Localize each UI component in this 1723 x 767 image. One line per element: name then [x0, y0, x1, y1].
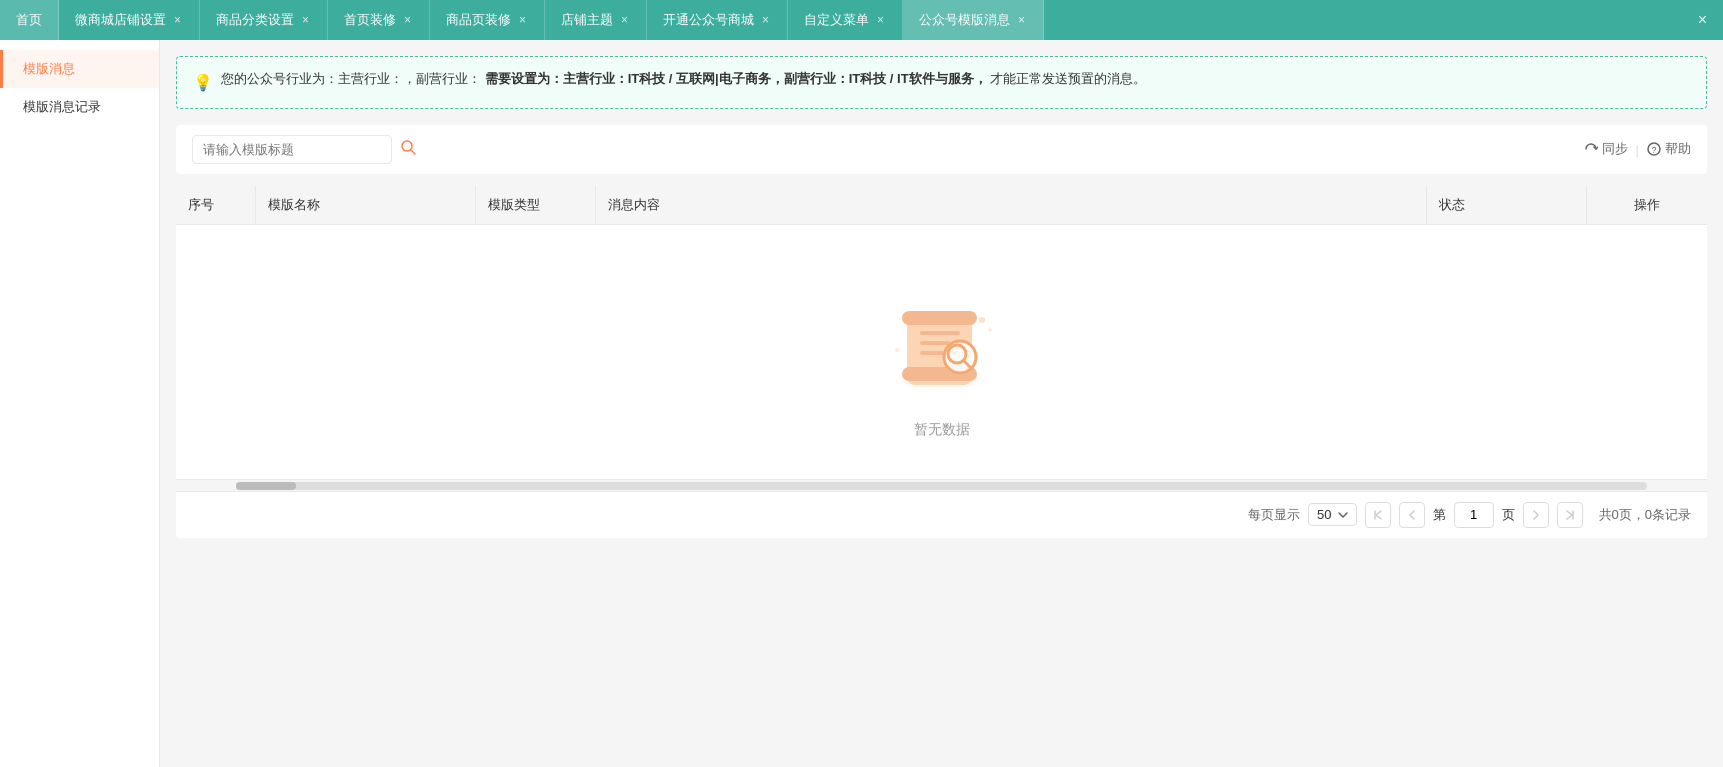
sync-icon [1584, 142, 1598, 156]
first-page-button[interactable] [1365, 502, 1391, 528]
content-area: 💡 您的公众号行业为：主营行业：，副营行业： 需要设置为：主营行业：IT科技 /… [160, 40, 1723, 767]
svg-point-15 [988, 328, 992, 332]
page-total: 共0页，0条记录 [1599, 506, 1691, 524]
top-tab-bar: 首页 微商城店铺设置 × 商品分类设置 × 首页装修 × 商品页装修 × 店铺主… [0, 0, 1723, 40]
tab-home[interactable]: 首页 [0, 0, 59, 40]
tab-template-msg[interactable]: 公众号模版消息 × [903, 0, 1044, 40]
help-button[interactable]: ? 帮助 [1647, 140, 1691, 158]
scroll-thumb[interactable] [236, 482, 296, 490]
notice-text-after: 才能正常发送预置的消息。 [990, 71, 1146, 86]
main-layout: 模版消息 模版消息记录 💡 您的公众号行业为：主营行业：，副营行业： 需要设置为… [0, 40, 1723, 767]
per-page-value: 50 [1317, 507, 1331, 522]
prev-page-icon [1408, 510, 1416, 520]
sync-label: 同步 [1602, 140, 1628, 158]
tab-custom-menu[interactable]: 自定义菜单 × [788, 0, 903, 40]
page-label: 第 [1433, 506, 1446, 524]
svg-rect-8 [920, 331, 960, 335]
tab-open-mall-label: 开通公众号商城 [663, 11, 754, 29]
tab-category-settings-label: 商品分类设置 [216, 11, 294, 29]
tab-category-settings[interactable]: 商品分类设置 × [200, 0, 328, 40]
close-icon[interactable]: × [1016, 13, 1027, 27]
col-header-status-label: 状态 [1439, 197, 1465, 212]
next-page-button[interactable] [1523, 502, 1549, 528]
tab-shop-settings[interactable]: 微商城店铺设置 × [59, 0, 200, 40]
close-icon[interactable]: × [875, 13, 886, 27]
col-header-action-label: 操作 [1634, 197, 1660, 212]
tab-product-decor[interactable]: 商品页装修 × [430, 0, 545, 40]
sidebar-item-template-msg-record[interactable]: 模版消息记录 [0, 88, 159, 126]
col-header-name: 模版名称 [256, 186, 476, 224]
search-icon [400, 139, 416, 155]
tab-home-label: 首页 [16, 11, 42, 29]
chevron-down-icon [1338, 512, 1348, 518]
close-icon[interactable]: × [619, 13, 630, 27]
tab-open-mall[interactable]: 开通公众号商城 × [647, 0, 788, 40]
tab-custom-menu-label: 自定义菜单 [804, 11, 869, 29]
svg-point-14 [979, 317, 985, 323]
svg-text:?: ? [1651, 145, 1656, 155]
sidebar-item-template-msg[interactable]: 模版消息 [0, 50, 159, 88]
help-label: 帮助 [1665, 140, 1691, 158]
col-header-name-label: 模版名称 [268, 197, 320, 212]
notice-banner: 💡 您的公众号行业为：主营行业：，副营行业： 需要设置为：主营行业：IT科技 /… [176, 56, 1707, 109]
first-page-icon [1373, 510, 1383, 520]
svg-rect-6 [902, 311, 977, 325]
close-icon[interactable]: × [517, 13, 528, 27]
sidebar-item-template-msg-record-label: 模版消息记录 [23, 99, 101, 114]
scroll-bar-area[interactable] [176, 479, 1707, 491]
lightbulb-icon: 💡 [193, 70, 213, 96]
tab-home-decor[interactable]: 首页装修 × [328, 0, 430, 40]
tab-shop-settings-label: 微商城店铺设置 [75, 11, 166, 29]
page-unit: 页 [1502, 506, 1515, 524]
notice-text-before: 您的公众号行业为：主营行业：，副营行业： [221, 71, 481, 86]
search-bar: 同步 | ? 帮助 [176, 125, 1707, 174]
help-icon: ? [1647, 142, 1661, 156]
close-icon[interactable]: × [300, 13, 311, 27]
close-all-button[interactable]: × [1682, 11, 1723, 29]
sidebar-item-template-msg-label: 模版消息 [23, 61, 75, 76]
tab-shop-theme-label: 店铺主题 [561, 11, 613, 29]
svg-line-1 [411, 150, 415, 154]
col-header-seq: 序号 [176, 186, 256, 224]
search-input[interactable] [192, 135, 392, 164]
col-header-seq-label: 序号 [188, 197, 214, 212]
pagination: 每页显示 50 第 [176, 491, 1707, 538]
prev-page-button[interactable] [1399, 502, 1425, 528]
next-page-icon [1532, 510, 1540, 520]
notice-text: 您的公众号行业为：主营行业：，副营行业： 需要设置为：主营行业：IT科技 / 互… [221, 69, 1146, 90]
col-header-content: 消息内容 [596, 186, 1427, 224]
search-button[interactable] [400, 139, 416, 159]
last-page-button[interactable] [1557, 502, 1583, 528]
tab-template-msg-label: 公众号模版消息 [919, 11, 1010, 29]
col-header-status: 状态 [1427, 186, 1587, 224]
divider: | [1636, 142, 1639, 157]
col-header-type-label: 模版类型 [488, 197, 540, 212]
close-icon[interactable]: × [760, 13, 771, 27]
notice-text-em: 需要设置为：主营行业：IT科技 / 互联网|电子商务，副营行业：IT科技 / I… [485, 71, 987, 86]
empty-illustration [882, 285, 1002, 405]
col-header-action: 操作 [1587, 186, 1707, 224]
close-icon[interactable]: × [172, 13, 183, 27]
tab-shop-theme[interactable]: 店铺主题 × [545, 0, 647, 40]
table-container: 序号 模版名称 模版类型 消息内容 状态 操作 [176, 186, 1707, 538]
search-right: 同步 | ? 帮助 [1584, 140, 1691, 158]
col-header-content-label: 消息内容 [608, 197, 660, 212]
empty-state: 暂无数据 [176, 225, 1707, 479]
tab-product-decor-label: 商品页装修 [446, 11, 511, 29]
col-header-type: 模版类型 [476, 186, 596, 224]
page-input[interactable] [1454, 502, 1494, 528]
scroll-track[interactable] [236, 482, 1647, 490]
sync-button[interactable]: 同步 [1584, 140, 1628, 158]
close-icon[interactable]: × [402, 13, 413, 27]
per-page-select[interactable]: 50 [1308, 503, 1356, 526]
last-page-icon [1565, 510, 1575, 520]
per-page-label: 每页显示 [1248, 506, 1300, 524]
empty-text: 暂无数据 [914, 421, 970, 439]
table-header: 序号 模版名称 模版类型 消息内容 状态 操作 [176, 186, 1707, 225]
svg-point-16 [895, 348, 899, 352]
tab-home-decor-label: 首页装修 [344, 11, 396, 29]
svg-rect-9 [920, 341, 950, 345]
sidebar: 模版消息 模版消息记录 [0, 40, 160, 767]
search-left [192, 135, 416, 164]
